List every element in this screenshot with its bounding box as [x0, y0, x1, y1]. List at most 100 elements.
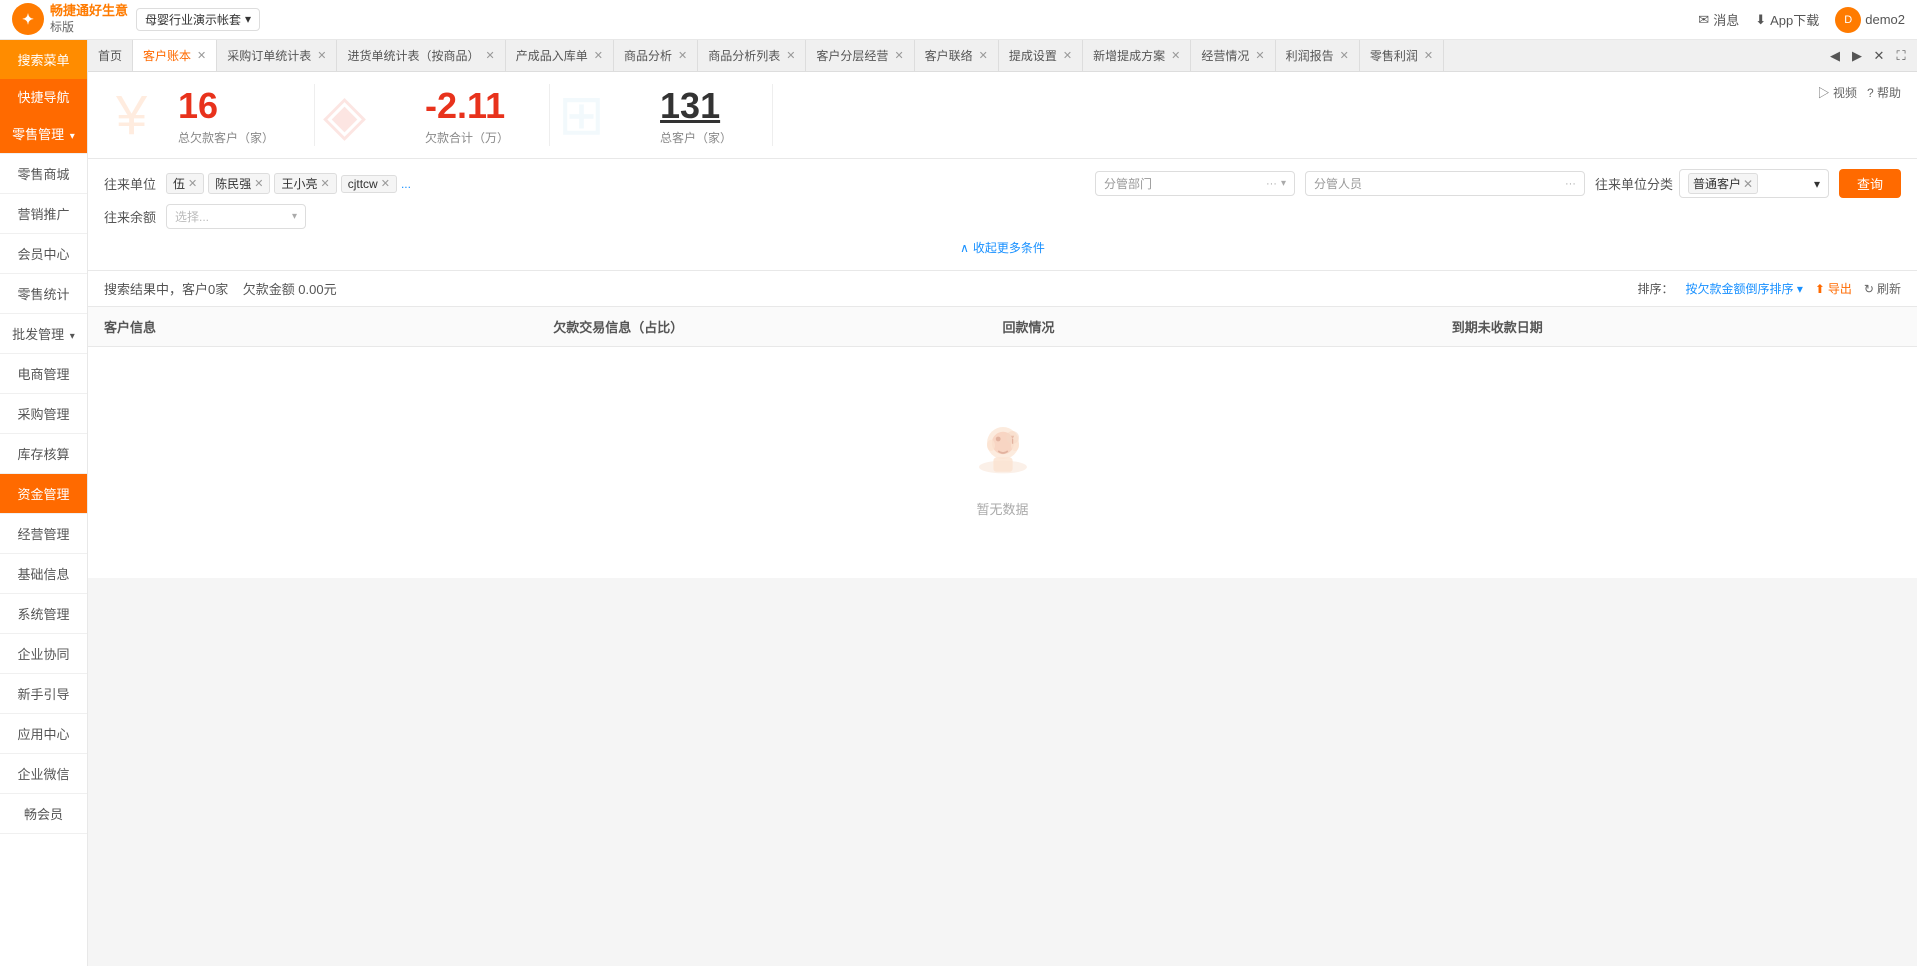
filter-area: 往来单位 伍 ✕ 陈民强 ✕ 王小亮 ✕: [88, 159, 1917, 271]
tab-goods-stats[interactable]: 进货单统计表（按商品） ✕: [337, 40, 505, 72]
refresh-button[interactable]: ↻ 刷新: [1864, 280, 1901, 297]
sidebar-item-retail-stats[interactable]: 零售统计: [0, 274, 87, 314]
tab-retail-profit[interactable]: 零售利润 ✕: [1360, 40, 1444, 72]
dept-filter[interactable]: 分管部门 ··· ▾: [1095, 171, 1295, 196]
tabs-prev-btn[interactable]: ◀: [1825, 40, 1845, 72]
filter-tag-wu: 伍 ✕: [166, 173, 204, 194]
stat-bg-building-icon: ⊞: [558, 82, 605, 148]
tabs-maximize-btn[interactable]: ⛶: [1891, 40, 1911, 72]
tab-close-new-promotion[interactable]: ✕: [1171, 49, 1180, 62]
balance-select[interactable]: 选择... ▾: [166, 204, 306, 229]
dept-more-icon: ···: [1266, 178, 1277, 190]
tab-close-product-stock[interactable]: ✕: [594, 49, 603, 62]
tab-home[interactable]: 首页: [88, 40, 133, 72]
sidebar-item-vip[interactable]: 畅会员: [0, 794, 87, 834]
tabs-next-btn[interactable]: ▶: [1847, 40, 1867, 72]
th-customer-info: 客户信息: [104, 317, 553, 336]
tab-close-purchase-order[interactable]: ✕: [317, 49, 326, 62]
remove-tag-wu[interactable]: ✕: [188, 177, 197, 190]
app-download-button[interactable]: ⬇ App下载: [1755, 10, 1819, 29]
help-link[interactable]: ? 帮助: [1867, 84, 1901, 101]
tabs-wrapper: 首页 客户账本 ✕ 采购订单统计表 ✕ 进货单统计表（按商品） ✕ 产成品入库单…: [88, 40, 1825, 72]
sort-arrow-icon: ▾: [1797, 282, 1803, 296]
filter-more-btn[interactable]: ...: [401, 177, 411, 191]
expand-icon-wholesale: ▾: [70, 331, 75, 342]
table-container: 客户信息 欠款交易信息（占比） 回款情况 到期未收款日期: [88, 307, 1917, 578]
sidebar-item-mall[interactable]: 零售商城: [0, 154, 87, 194]
tab-promotion-settings[interactable]: 提成设置 ✕: [999, 40, 1083, 72]
download-icon: ⬇: [1755, 12, 1766, 28]
sidebar-search[interactable]: 搜索菜单: [0, 40, 87, 79]
stat-debt-amount: ◈ -2.11 欠款合计（万）: [315, 84, 550, 146]
tab-operations[interactable]: 经营情况 ✕: [1191, 40, 1275, 72]
tab-close-promotion-settings[interactable]: ✕: [1063, 49, 1072, 62]
sidebar-item-finance[interactable]: 资金管理: [0, 474, 87, 514]
sidebar-item-guide[interactable]: 新手引导: [0, 674, 87, 714]
sort-select[interactable]: 按欠款金额倒序排序 ▾: [1685, 280, 1802, 297]
tab-close-product-analysis[interactable]: ✕: [678, 49, 687, 62]
user-menu[interactable]: D demo2: [1835, 7, 1905, 33]
filter-tag-wang: 王小亮 ✕: [274, 173, 336, 194]
export-button[interactable]: ⬆ 导出: [1815, 280, 1852, 297]
logo-area: ✦ 畅捷通好生意 标版: [12, 3, 128, 35]
tab-close-product-list[interactable]: ✕: [786, 49, 795, 62]
video-link[interactable]: ▷ 视频: [1818, 84, 1857, 101]
tab-profit-report[interactable]: 利润报告 ✕: [1276, 40, 1360, 72]
tab-product-stock[interactable]: 产成品入库单 ✕: [506, 40, 614, 72]
stat-bg-coin-icon: ¥: [116, 83, 147, 148]
tab-customer-segment[interactable]: 客户分层经营 ✕: [806, 40, 914, 72]
remove-classify-tag[interactable]: ✕: [1743, 177, 1753, 191]
query-button[interactable]: 查询: [1839, 169, 1901, 198]
tab-close-customers[interactable]: ✕: [197, 49, 206, 62]
layout: 搜索菜单 快捷导航 零售管理 ▾ 零售商城 营销推广 会员中心 零售统计 批发管…: [0, 40, 1917, 966]
stats-bar: ¥ 16 总欠款客户（家） ◈ -2.11 欠款合计（万） ⊞: [88, 72, 1917, 159]
sidebar-quick-nav[interactable]: 快捷导航: [0, 79, 87, 114]
sidebar-item-system[interactable]: 系统管理: [0, 594, 87, 634]
message-icon: ✉: [1698, 12, 1709, 28]
search-result-text: 搜索结果中，客户0家 欠款金额 0.00元: [104, 279, 337, 298]
page-content: ¥ 16 总欠款客户（家） ◈ -2.11 欠款合计（万） ⊞: [88, 72, 1917, 966]
sidebar-item-member[interactable]: 会员中心: [0, 234, 87, 274]
classify-dropdown[interactable]: 普通客户 ✕ ▾: [1679, 169, 1829, 198]
tab-purchase-order[interactable]: 采购订单统计表 ✕: [217, 40, 337, 72]
sidebar-item-inventory[interactable]: 库存核算: [0, 434, 87, 474]
sidebar-item-marketing[interactable]: 营销推广: [0, 194, 87, 234]
debt-amount-value: -2.11: [425, 84, 509, 127]
tab-product-analysis[interactable]: 商品分析 ✕: [614, 40, 698, 72]
remove-tag-chen[interactable]: ✕: [254, 177, 263, 190]
tab-new-promotion[interactable]: 新增提成方案 ✕: [1083, 40, 1191, 72]
tab-close-retail-profit[interactable]: ✕: [1424, 49, 1433, 62]
message-button[interactable]: ✉ 消息: [1698, 10, 1739, 29]
sidebar-item-retail[interactable]: 零售管理 ▾: [0, 114, 87, 154]
sidebar-item-basic[interactable]: 基础信息: [0, 554, 87, 594]
avatar: D: [1835, 7, 1861, 33]
main-area: 首页 客户账本 ✕ 采购订单统计表 ✕ 进货单统计表（按商品） ✕ 产成品入库单…: [88, 40, 1917, 966]
th-debt-info: 欠款交易信息（占比）: [553, 317, 1002, 336]
sidebar-item-purchase[interactable]: 采购管理: [0, 394, 87, 434]
th-due-date: 到期未收款日期: [1452, 317, 1901, 336]
tab-close-customer-segment[interactable]: ✕: [894, 49, 903, 62]
sidebar-item-enterprise[interactable]: 企业协同: [0, 634, 87, 674]
sidebar-item-wholesale[interactable]: 批发管理 ▾: [0, 314, 87, 354]
tab-customers[interactable]: 客户账本 ✕: [133, 40, 217, 72]
tab-close-goods-stats[interactable]: ✕: [486, 49, 495, 62]
person-filter[interactable]: 分管人员 ···: [1305, 171, 1585, 196]
sidebar-item-operations[interactable]: 经营管理: [0, 514, 87, 554]
classify-filter: 往来单位分类 普通客户 ✕ ▾: [1595, 169, 1829, 198]
sidebar-item-apps[interactable]: 应用中心: [0, 714, 87, 754]
tab-close-operations[interactable]: ✕: [1255, 49, 1264, 62]
filter-tag-cjttcw: cjttcw ✕: [341, 175, 397, 193]
tab-customer-connect[interactable]: 客户联络 ✕: [915, 40, 999, 72]
tab-close-profit-report[interactable]: ✕: [1340, 49, 1349, 62]
tab-product-list[interactable]: 商品分析列表 ✕: [698, 40, 806, 72]
tab-close-customer-connect[interactable]: ✕: [979, 49, 988, 62]
collapse-button[interactable]: ∧ 收起更多条件: [104, 235, 1901, 260]
account-dropdown[interactable]: 母婴行业演示帐套 ▾: [136, 8, 260, 31]
sidebar-item-ecommerce[interactable]: 电商管理: [0, 354, 87, 394]
dept-arrow-icon: ▾: [1281, 178, 1286, 189]
remove-tag-cjttcw[interactable]: ✕: [381, 177, 390, 190]
filter-tags: 伍 ✕ 陈民强 ✕ 王小亮 ✕ cjttcw ✕: [166, 173, 1085, 194]
tabs-close-all-btn[interactable]: ✕: [1869, 40, 1889, 72]
sidebar-item-wechat[interactable]: 企业微信: [0, 754, 87, 794]
remove-tag-wang[interactable]: ✕: [321, 177, 330, 190]
